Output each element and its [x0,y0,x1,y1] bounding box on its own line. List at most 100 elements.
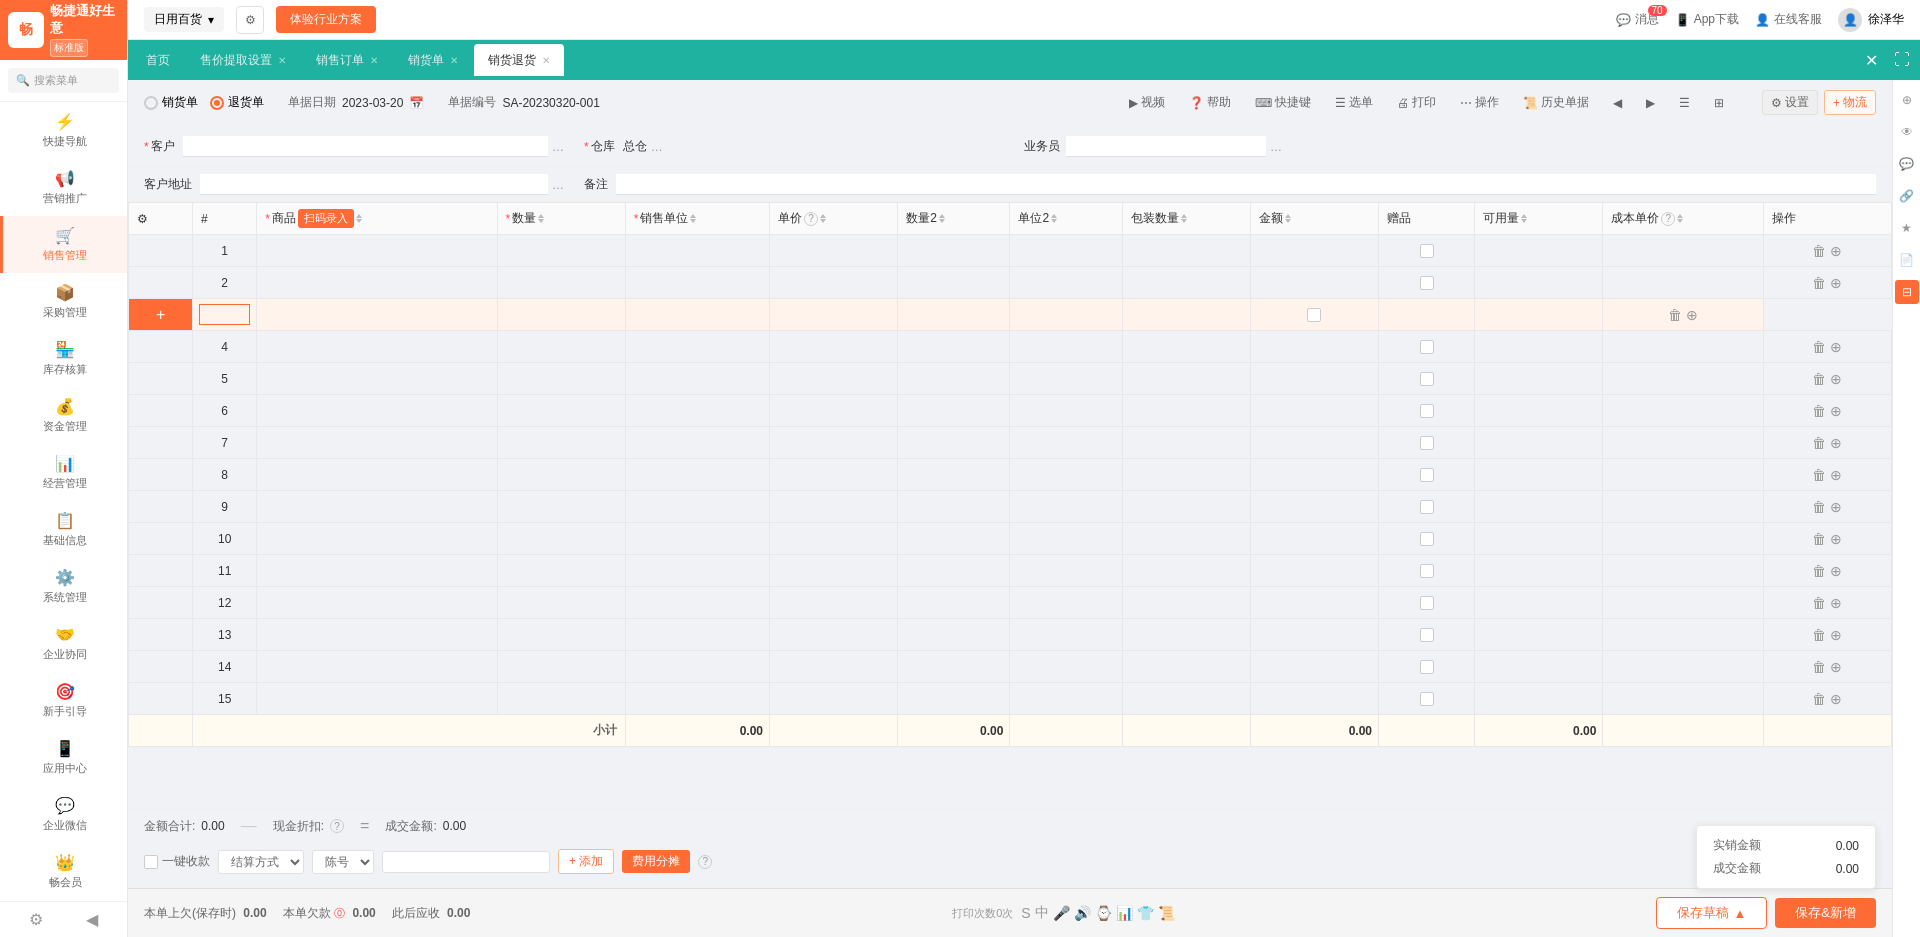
remark-input[interactable] [616,174,1876,195]
gift-checkbox-5[interactable] [1420,372,1434,386]
copy-row-12-button[interactable]: ⊕ [1830,595,1842,611]
right-panel-btn-1[interactable]: ⊕ [1895,88,1919,112]
customer-input[interactable] [183,136,548,157]
staff-input[interactable] [1066,136,1266,157]
delete-row-11-button[interactable]: 🗑 [1812,563,1826,579]
delete-row-4-button[interactable]: 🗑 [1812,339,1826,355]
app-download-action[interactable]: 📱 App下载 [1675,11,1739,28]
sidebar-item-inventory[interactable]: 🏪 库存核算 [0,330,127,387]
gift-checkbox-1[interactable] [1420,244,1434,258]
gift-checkbox-7[interactable] [1420,436,1434,450]
radio-return[interactable]: 退货单 [210,94,264,111]
delete-row-14-button[interactable]: 🗑 [1812,659,1826,675]
right-panel-btn-3[interactable]: 💬 [1895,152,1919,176]
toolbar-icon-5[interactable]: ⌚ [1095,905,1112,921]
sidebar-item-weixin[interactable]: 💬 企业微信 [0,786,127,843]
setup-button[interactable]: ⚙ 设置 [1762,90,1818,115]
copy-row-14-button[interactable]: ⊕ [1830,659,1842,675]
sidebar-item-sales[interactable]: 🛒 销售管理 [0,216,127,273]
sidebar-item-shortcut[interactable]: ⚡ 快捷导航 [0,102,127,159]
toolbar-icon-8[interactable]: 📜 [1158,905,1175,921]
shortcut-btn[interactable]: ⌨ 快捷键 [1249,91,1317,114]
online-service-action[interactable]: 👤 在线客服 [1755,11,1822,28]
gift-checkbox-13[interactable] [1420,628,1434,642]
save-draft-button[interactable]: 保存草稿 ▲ [1656,897,1767,929]
delete-row-7-button[interactable]: 🗑 [1812,435,1826,451]
sidebar-item-basic[interactable]: 📋 基础信息 [0,501,127,558]
right-panel-btn-active[interactable]: ⊟ [1895,280,1919,304]
tab-sale-order[interactable]: 销售订单 ✕ [302,44,392,76]
print-btn[interactable]: 🖨 打印 [1391,91,1442,114]
pay-checkbox-label[interactable]: 一键收款 [144,853,210,870]
experience-button[interactable]: 体验行业方案 [276,6,376,33]
delete-row-5-button[interactable]: 🗑 [1812,371,1826,387]
gift-checkbox-15[interactable] [1420,692,1434,706]
sidebar-item-marketing[interactable]: 📢 营销推广 [0,159,127,216]
video-btn[interactable]: ▶ 视频 [1123,91,1171,114]
delete-row-3-button[interactable]: 🗑 [1668,307,1682,323]
copy-row-5-button[interactable]: ⊕ [1830,371,1842,387]
delete-row-8-button[interactable]: 🗑 [1812,467,1826,483]
add-button[interactable]: + 添加 [558,849,614,874]
tab-sale-goods[interactable]: 销货单 ✕ [394,44,472,76]
delete-row-10-button[interactable]: 🗑 [1812,531,1826,547]
price-help-icon[interactable]: ? [804,212,818,226]
copy-row-11-button[interactable]: ⊕ [1830,563,1842,579]
tab-home[interactable]: 首页 [132,44,184,76]
copy-row-8-button[interactable]: ⊕ [1830,467,1842,483]
gift-checkbox-10[interactable] [1420,532,1434,546]
tab-close-all-button[interactable]: ✕ [1859,49,1884,72]
expense-split-button[interactable]: 费用分摊 [622,850,690,873]
tab-sale-price-close[interactable]: ✕ [278,55,286,66]
gift-checkbox-8[interactable] [1420,468,1434,482]
daily-selector[interactable]: 日用百货 ▾ [144,7,224,32]
pay-checkbox[interactable] [144,855,158,869]
account-select[interactable]: 陈号 [312,850,374,874]
nav-prev-button[interactable]: ◀ [1607,93,1628,113]
toolbar-icon-3[interactable]: 🎤 [1053,905,1070,921]
settings-bottom-icon[interactable]: ⚙ [29,910,43,929]
sidebar-item-finance[interactable]: 💰 资金管理 [0,387,127,444]
copy-row-9-button[interactable]: ⊕ [1830,499,1842,515]
delete-row-1-button[interactable]: 🗑 [1812,243,1826,259]
nav-next-button[interactable]: ▶ [1640,93,1661,113]
collapse-icon[interactable]: ◀ [86,910,98,929]
gift-checkbox-12[interactable] [1420,596,1434,610]
user-info[interactable]: 👤 徐泽华 [1838,8,1904,32]
delete-row-6-button[interactable]: 🗑 [1812,403,1826,419]
toolbar-icon-2[interactable]: 中 [1035,904,1049,922]
copy-row-10-button[interactable]: ⊕ [1830,531,1842,547]
operate-btn[interactable]: ⋯ 操作 [1454,91,1505,114]
logistics-button[interactable]: + 物流 [1824,90,1876,115]
split-help-icon[interactable]: ? [698,855,712,869]
sidebar-item-operations[interactable]: 📊 经营管理 [0,444,127,501]
gift-checkbox-6[interactable] [1420,404,1434,418]
copy-row-2-button[interactable]: ⊕ [1830,275,1842,291]
copy-row-3-button[interactable]: ⊕ [1686,307,1698,323]
history-btn[interactable]: 📜 历史单据 [1517,91,1595,114]
right-panel-btn-6[interactable]: 📄 [1895,248,1919,272]
view-list-button[interactable]: ☰ [1673,93,1696,113]
gift-checkbox-4[interactable] [1420,340,1434,354]
calendar-icon[interactable]: 📅 [409,96,424,110]
sidebar-item-member[interactable]: 👑 畅会员 [0,843,127,900]
delete-row-12-button[interactable]: 🗑 [1812,595,1826,611]
tab-sale-return-close[interactable]: ✕ [542,55,550,66]
delete-row-15-button[interactable]: 🗑 [1812,691,1826,707]
product-input-3[interactable] [199,304,250,325]
tab-sale-price[interactable]: 售价提取设置 ✕ [186,44,300,76]
select-btn[interactable]: ☰ 选单 [1329,91,1379,114]
discount-help-icon[interactable]: ? [330,819,344,833]
copy-row-7-button[interactable]: ⊕ [1830,435,1842,451]
copy-row-4-button[interactable]: ⊕ [1830,339,1842,355]
customer-expand-icon[interactable]: … [552,140,564,154]
payment-amount-input[interactable] [382,851,550,873]
right-panel-btn-4[interactable]: 🔗 [1895,184,1919,208]
message-action[interactable]: 💬 消息 70 [1616,11,1659,28]
toolbar-icon-1[interactable]: S [1021,905,1030,921]
settle-method-select[interactable]: 结算方式 [218,850,304,874]
tab-sale-return[interactable]: 销货退货 ✕ [474,44,564,76]
toolbar-icon-4[interactable]: 🔊 [1074,905,1091,921]
sidebar-item-appstore[interactable]: 📱 应用中心 [0,729,127,786]
right-panel-btn-2[interactable]: 👁 [1895,120,1919,144]
